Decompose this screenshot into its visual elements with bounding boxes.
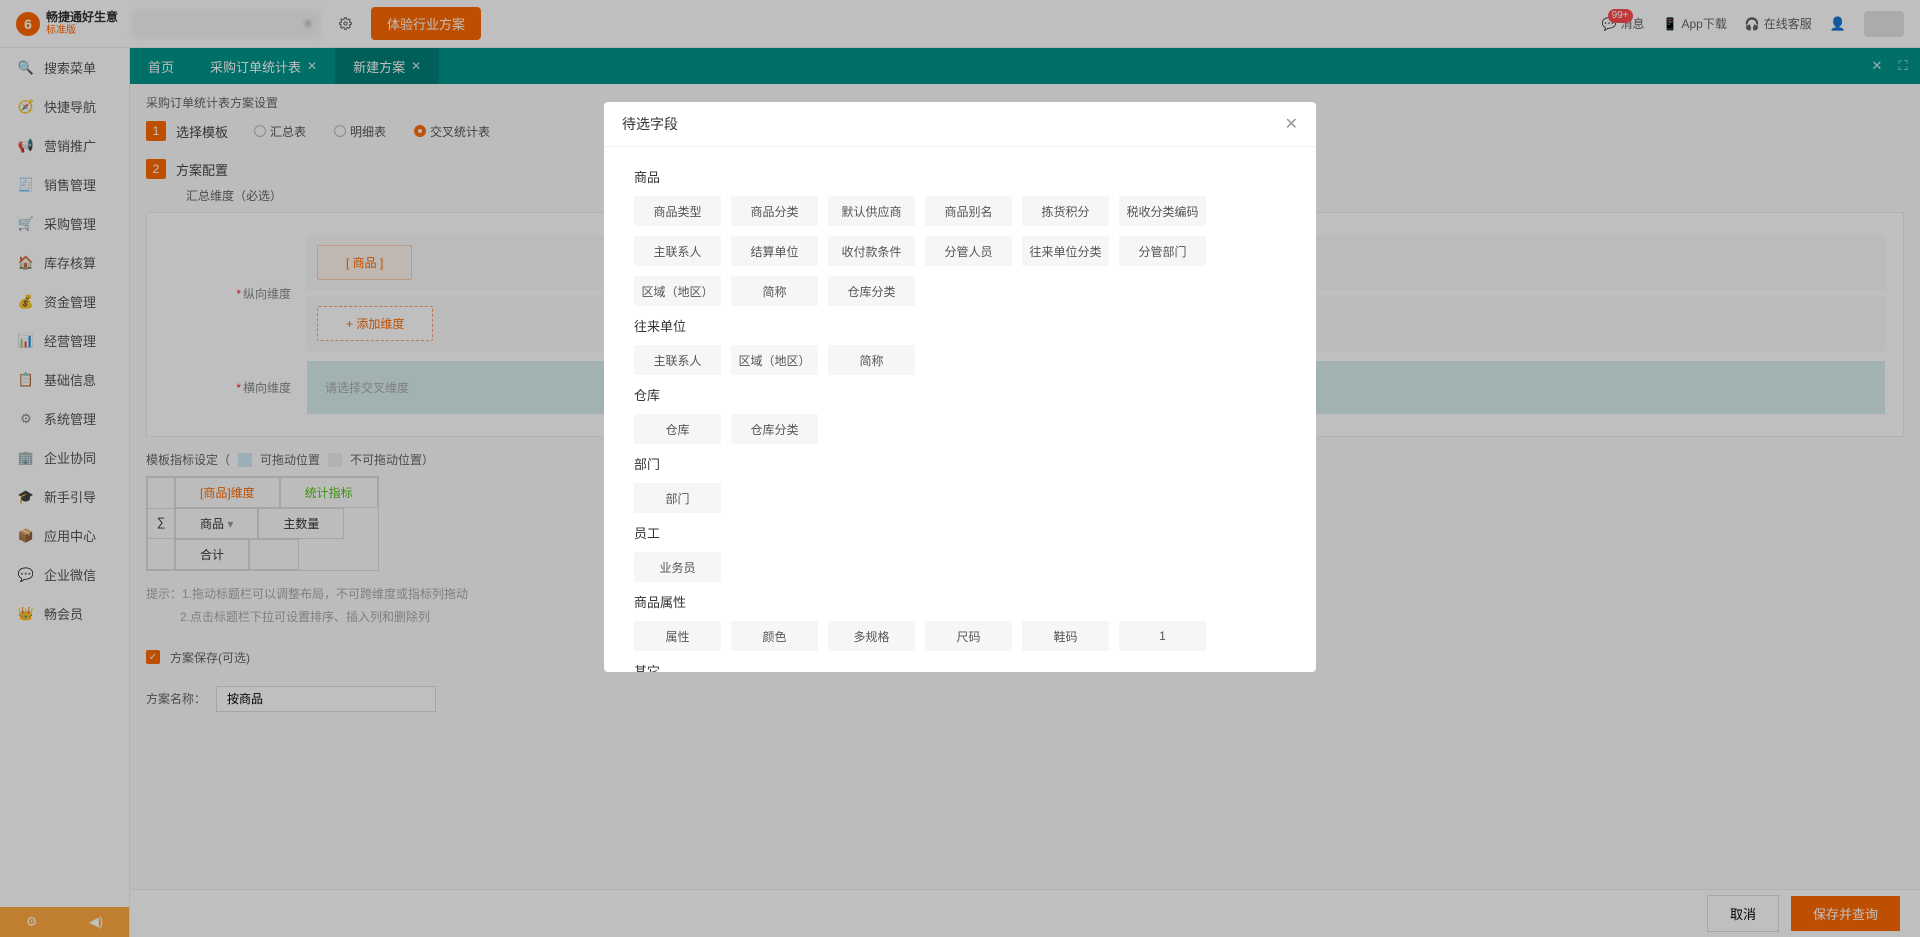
field-chip[interactable]: 税收分类编码 [1119,196,1206,226]
field-chip[interactable]: 商品类型 [634,196,721,226]
field-chip[interactable]: 多规格 [828,621,915,651]
close-icon[interactable]: ✕ [1285,114,1298,134]
field-picker-modal: 待选字段 ✕ 商品商品类型商品分类默认供应商商品别名拣货积分税收分类编码主联系人… [604,102,1316,672]
field-group-title: 部门 [634,454,1286,473]
field-group-title: 仓库 [634,385,1286,404]
field-chip[interactable]: 分管部门 [1119,236,1206,266]
field-chip[interactable]: 结算单位 [731,236,818,266]
field-chip[interactable]: 仓库分类 [731,414,818,444]
field-chip[interactable]: 仓库 [634,414,721,444]
field-group-title: 其它 [634,661,1286,672]
field-chip[interactable]: 商品别名 [925,196,1012,226]
field-chip[interactable]: 仓库分类 [828,276,915,306]
field-chip[interactable]: 简称 [828,345,915,375]
field-chip[interactable]: 简称 [731,276,818,306]
field-chip[interactable]: 区域（地区） [634,276,721,306]
field-chip[interactable]: 部门 [634,483,721,513]
field-group-title: 往来单位 [634,316,1286,335]
field-chip[interactable]: 鞋码 [1022,621,1109,651]
field-chip[interactable]: 1 [1119,621,1206,651]
field-chip[interactable]: 尺码 [925,621,1012,651]
field-chip[interactable]: 往来单位分类 [1022,236,1109,266]
field-group-title: 商品属性 [634,592,1286,611]
field-chip[interactable]: 颜色 [731,621,818,651]
field-chip[interactable]: 属性 [634,621,721,651]
field-chip[interactable]: 区域（地区） [731,345,818,375]
field-group-title: 员工 [634,523,1286,542]
field-chip[interactable]: 拣货积分 [1022,196,1109,226]
field-chip[interactable]: 分管人员 [925,236,1012,266]
field-chip[interactable]: 默认供应商 [828,196,915,226]
field-group-title: 商品 [634,167,1286,186]
field-chip[interactable]: 主联系人 [634,236,721,266]
field-chip[interactable]: 商品分类 [731,196,818,226]
modal-title: 待选字段 [622,114,678,134]
field-chip[interactable]: 收付款条件 [828,236,915,266]
field-chip[interactable]: 业务员 [634,552,721,582]
field-chip[interactable]: 主联系人 [634,345,721,375]
